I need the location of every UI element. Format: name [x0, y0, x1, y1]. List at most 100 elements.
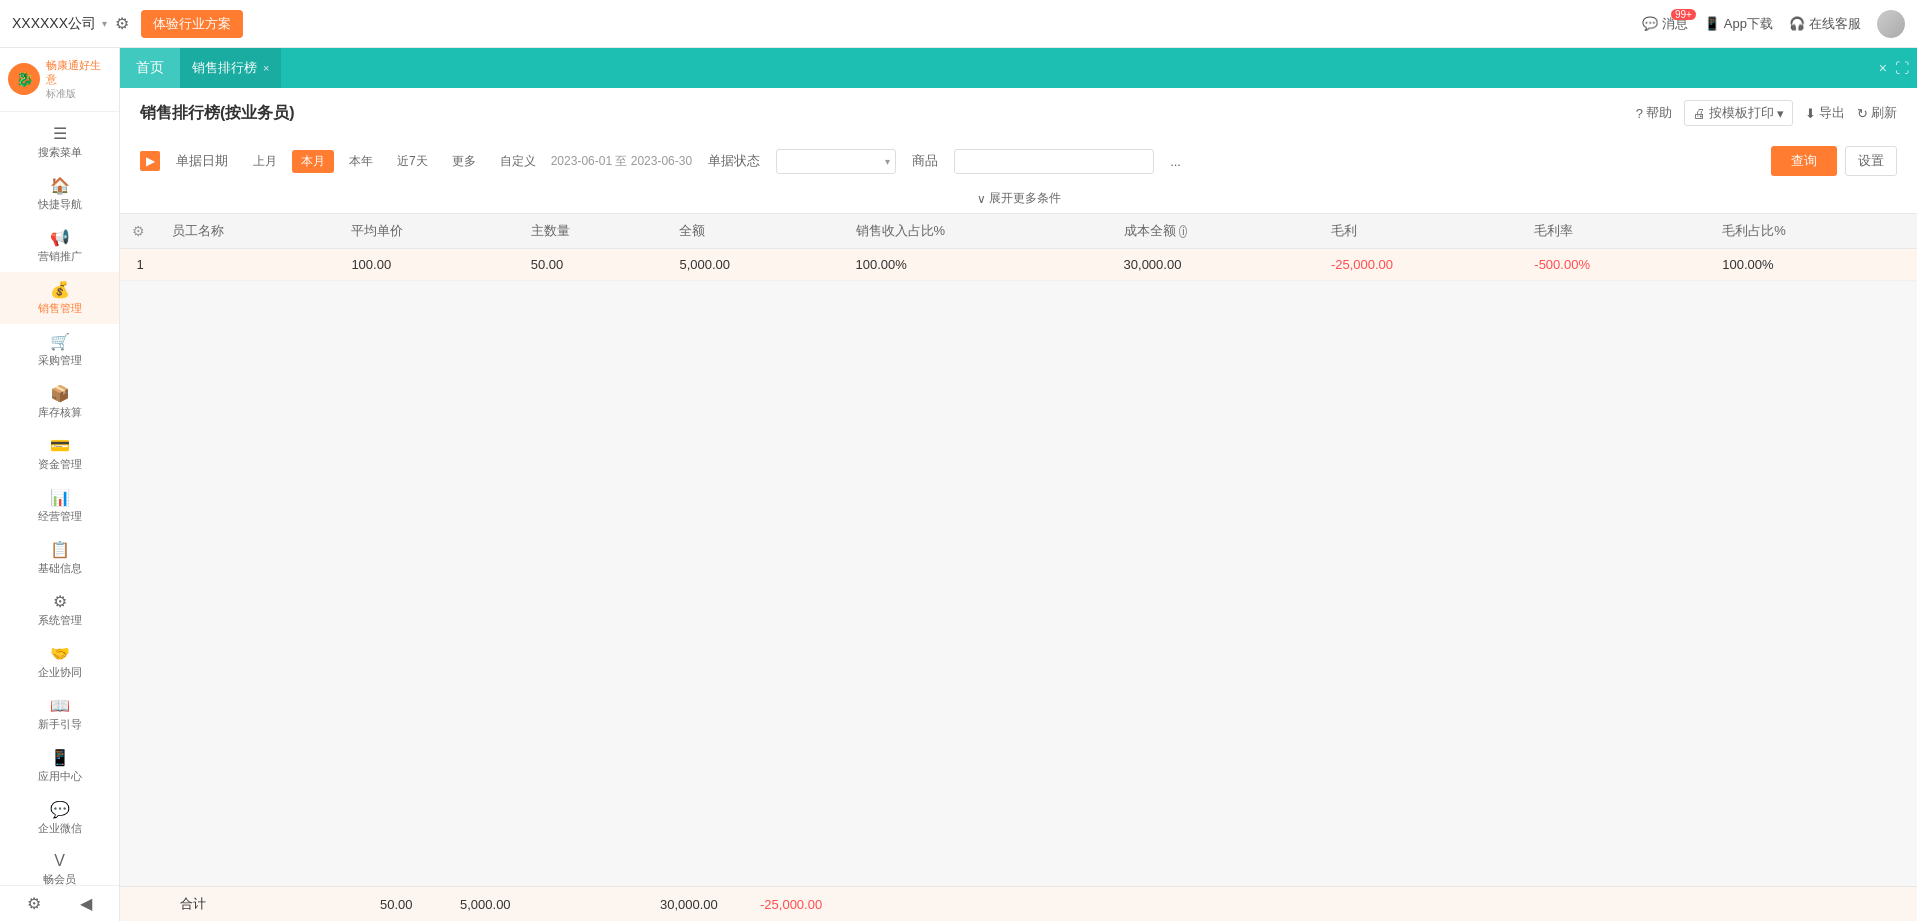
cell-gross-rate: -500.00% — [1522, 249, 1710, 281]
sidebar-item-sales[interactable]: 💰 销售管理 — [0, 272, 119, 324]
print-label: 按模板打印 — [1709, 104, 1774, 122]
footer-amount: 5,000.00 — [448, 897, 548, 912]
date-btn-this-year[interactable]: 本年 — [340, 150, 382, 173]
help-label: 帮助 — [1646, 104, 1672, 122]
sidebar-item-marketing[interactable]: 📢 营销推广 — [0, 220, 119, 272]
sidebar-item-label: 基础信息 — [38, 561, 82, 576]
sidebar-item-search[interactable]: ☰ 搜索菜单 — [0, 116, 119, 168]
sidebar-item-finance[interactable]: 💳 资金管理 — [0, 428, 119, 480]
date-btn-this-month[interactable]: 本月 — [292, 150, 334, 173]
inventory-icon: 📦 — [50, 384, 70, 403]
sidebar-item-label: 库存核算 — [38, 405, 82, 420]
col-cost: 成本全额 i — [1112, 214, 1319, 249]
col-qty: 主数量 — [519, 214, 668, 249]
cell-avg-price: 100.00 — [339, 249, 518, 281]
operations-icon: 📊 — [50, 488, 70, 507]
message-button[interactable]: 💬 消息 99+ — [1642, 15, 1688, 33]
column-settings-button[interactable]: 设置 — [1845, 146, 1897, 176]
goods-filter-label: 商品 — [912, 152, 938, 170]
data-table-wrapper: ⚙ 员工名称 平均单价 主数量 全额 销售收入占比% 成本全额 i 毛利 毛利率 — [120, 214, 1917, 281]
tab-home[interactable]: 首页 — [120, 48, 180, 88]
settings-icon[interactable]: ⚙ — [115, 14, 129, 33]
sidebar-item-label: 畅会员 — [43, 872, 76, 885]
wechat-icon: 💬 — [50, 800, 70, 819]
system-icon: ⚙ — [53, 592, 67, 611]
sidebar-item-operations[interactable]: 📊 经营管理 — [0, 480, 119, 532]
sidebar-item-app-center[interactable]: 📱 应用中心 — [0, 740, 119, 792]
date-filter-label: 单据日期 — [176, 152, 228, 170]
goods-filter-input[interactable] — [954, 149, 1154, 174]
sales-icon: 💰 — [50, 280, 70, 299]
trial-button[interactable]: 体验行业方案 — [141, 10, 243, 38]
filter-expand-arrow[interactable]: ▶ — [140, 151, 160, 171]
help-button[interactable]: ? 帮助 — [1636, 104, 1672, 122]
col-settings: ⚙ — [120, 214, 160, 249]
sidebar-item-member[interactable]: V 畅会员 — [0, 844, 119, 885]
app-center-icon: 📱 — [50, 748, 70, 767]
main-content: 销售排行榜(按业务员) ? 帮助 🖨 按模板打印 ▾ — [120, 88, 1917, 886]
print-button[interactable]: 🖨 按模板打印 ▾ — [1684, 100, 1793, 126]
headset-icon: 🎧 — [1789, 16, 1805, 31]
enterprise-icon: 🤝 — [50, 644, 70, 663]
export-icon: ⬇ — [1805, 106, 1816, 121]
sidebar: 🐉 畅康通好生意 标准版 ☰ 搜索菜单 🏠 快捷导航 📢 营销推广 — [0, 48, 120, 921]
sidebar-item-label: 经营管理 — [38, 509, 82, 524]
sidebar-item-label: 新手引导 — [38, 717, 82, 732]
expand-more-conditions-button[interactable]: ∨ 展开更多条件 — [977, 190, 1061, 207]
refresh-button[interactable]: ↻ 刷新 — [1857, 104, 1897, 122]
expand-window-icon[interactable]: ⛶ — [1895, 60, 1909, 76]
app-download-button[interactable]: 📱 App下载 — [1704, 15, 1773, 33]
avatar[interactable] — [1877, 10, 1905, 38]
cell-qty: 50.00 — [519, 249, 668, 281]
company-name: XXXXXX公司 — [12, 15, 96, 33]
tab-sales-ranking-label: 销售排行榜 — [192, 59, 257, 77]
query-button[interactable]: 查询 — [1771, 146, 1837, 176]
collapse-sidebar-icon[interactable]: ◀ — [80, 894, 92, 913]
page-title: 销售排行榜(按业务员) — [140, 103, 295, 124]
more-filters-btn[interactable]: ... — [1170, 154, 1181, 169]
sidebar-item-basic-info[interactable]: 📋 基础信息 — [0, 532, 119, 584]
purchase-icon: 🛒 — [50, 332, 70, 351]
col-employee-name: 员工名称 — [160, 214, 339, 249]
sidebar-item-purchase[interactable]: 🛒 采购管理 — [0, 324, 119, 376]
sidebar-item-inventory[interactable]: 📦 库存核算 — [0, 376, 119, 428]
sidebar-item-quick-nav[interactable]: 🏠 快捷导航 — [0, 168, 119, 220]
expand-more-label: 展开更多条件 — [989, 190, 1061, 207]
header-actions: ? 帮助 🖨 按模板打印 ▾ ⬇ 导出 — [1636, 100, 1897, 126]
date-btn-more[interactable]: 更多 — [443, 150, 485, 173]
table-row: 1 100.00 50.00 5,000.00 100.00% 30,000.0… — [120, 249, 1917, 281]
settings-bottom-icon[interactable]: ⚙ — [27, 894, 41, 913]
column-gear-icon[interactable]: ⚙ — [132, 223, 145, 239]
col-revenue-pct: 销售收入占比% — [844, 214, 1112, 249]
company-selector[interactable]: XXXXXX公司 ▾ — [12, 15, 107, 33]
col-amount: 全额 — [667, 214, 843, 249]
close-window-icon[interactable]: × — [1879, 60, 1887, 76]
status-select[interactable] — [776, 149, 896, 174]
sidebar-item-label: 系统管理 — [38, 613, 82, 628]
tab-close-icon[interactable]: × — [263, 62, 269, 74]
tab-bar: 首页 销售排行榜 × × ⛶ — [120, 48, 1917, 88]
content-area: 首页 销售排行榜 × × ⛶ 销售排行榜(按业务员) — [120, 48, 1917, 921]
date-btn-last-month[interactable]: 上月 — [244, 150, 286, 173]
date-btn-custom[interactable]: 自定义 — [491, 150, 545, 173]
online-service-button[interactable]: 🎧 在线客服 — [1789, 15, 1861, 33]
sidebar-item-system[interactable]: ⚙ 系统管理 — [0, 584, 119, 636]
cell-revenue-pct: 100.00% — [844, 249, 1112, 281]
export-button[interactable]: ⬇ 导出 — [1805, 104, 1845, 122]
col-avg-price: 平均单价 — [339, 214, 518, 249]
app-download-label: App下载 — [1724, 15, 1773, 33]
date-btn-7days[interactable]: 近7天 — [388, 150, 437, 173]
sidebar-item-label: 销售管理 — [38, 301, 82, 316]
sidebar-item-label: 营销推广 — [38, 249, 82, 264]
chevron-down-icon: ∨ — [977, 192, 986, 206]
sidebar-item-label: 快捷导航 — [38, 197, 82, 212]
message-badge: 99+ — [1671, 9, 1696, 20]
chevron-down-icon: ▾ — [102, 18, 107, 29]
sidebar-item-enterprise[interactable]: 🤝 企业协同 — [0, 636, 119, 688]
tab-sales-ranking[interactable]: 销售排行榜 × — [180, 48, 281, 88]
footer-label: 合计 — [168, 895, 288, 913]
date-filter-group: 上月 本月 本年 近7天 更多 自定义 2023-06-01 至 2023-06… — [244, 150, 692, 173]
refresh-label: 刷新 — [1871, 104, 1897, 122]
sidebar-item-wechat[interactable]: 💬 企业微信 — [0, 792, 119, 844]
sidebar-item-guide[interactable]: 📖 新手引导 — [0, 688, 119, 740]
